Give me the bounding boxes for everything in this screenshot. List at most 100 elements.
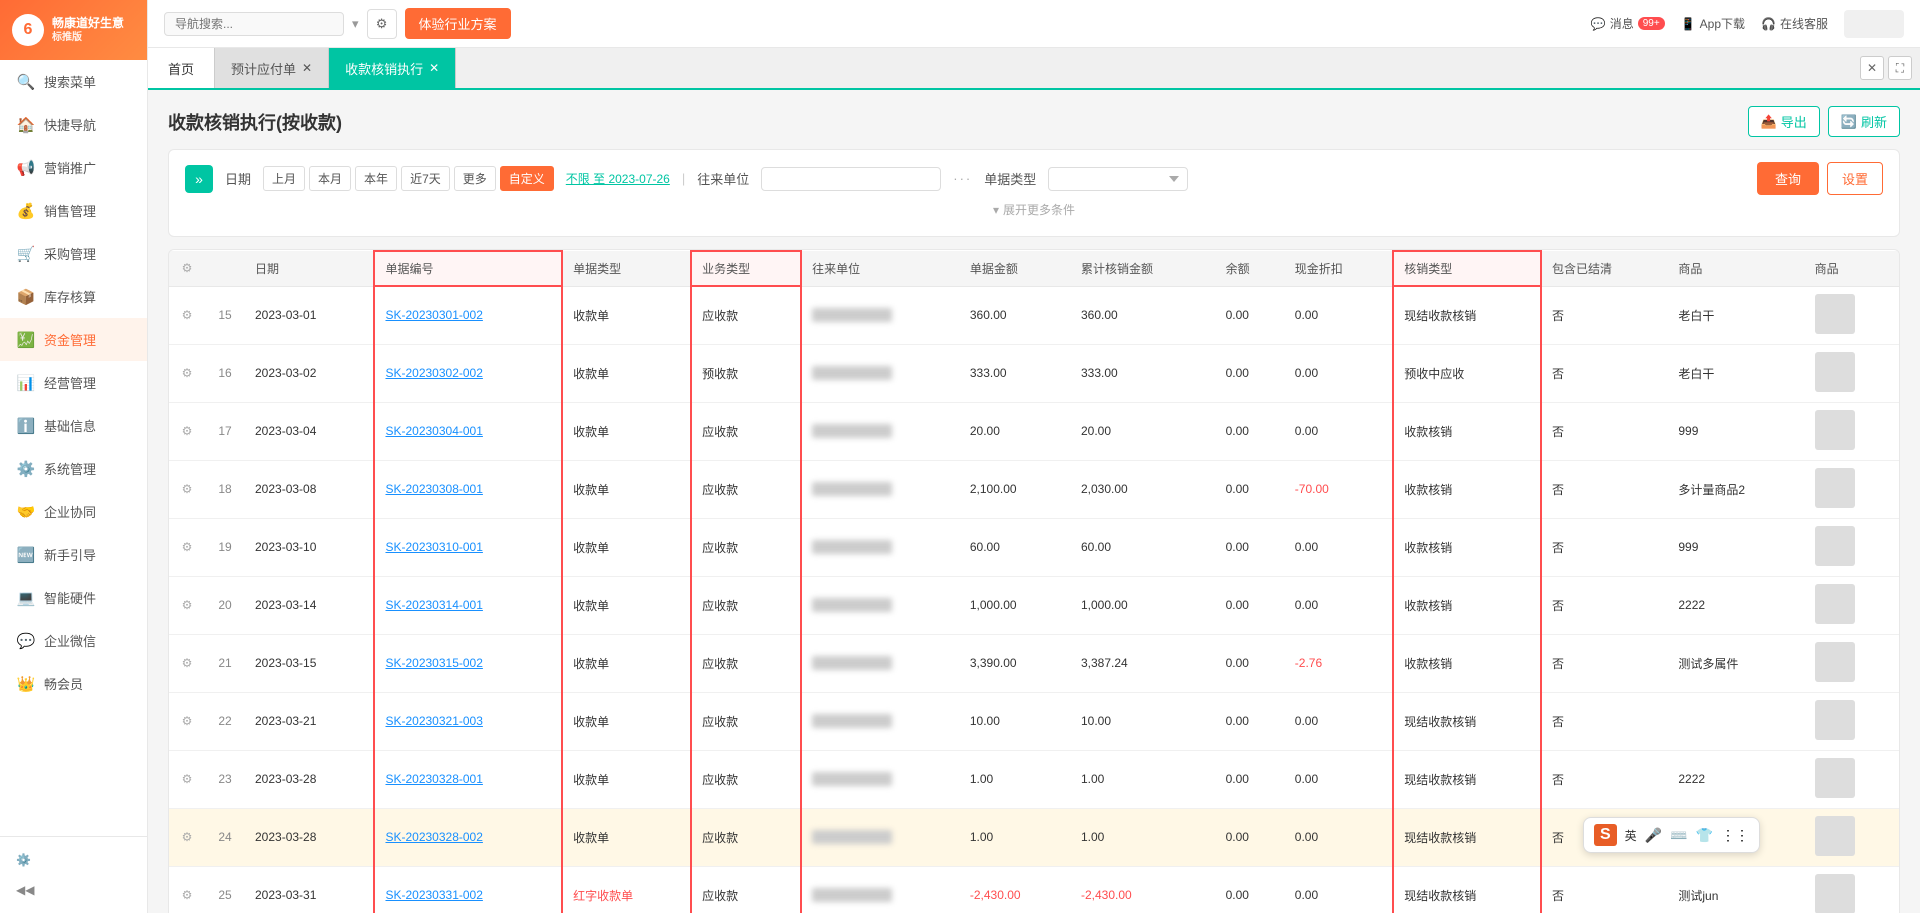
sidebar-item-system[interactable]: ⚙️ 系统管理: [0, 447, 147, 490]
filter-date-7days[interactable]: 近7天: [401, 166, 450, 191]
row-gear[interactable]: ⚙: [169, 692, 205, 750]
row-doc-no[interactable]: SK-20230310-001: [374, 518, 562, 576]
row-doc-no[interactable]: SK-20230301-002: [374, 286, 562, 344]
tab-collection-close[interactable]: ✕: [429, 61, 439, 75]
sidebar-item-purchase[interactable]: 🛒 采购管理: [0, 232, 147, 275]
row-gear[interactable]: ⚙: [169, 866, 205, 913]
row-gear[interactable]: ⚙: [169, 634, 205, 692]
sidebar-item-search[interactable]: 🔍 搜索菜单: [0, 60, 147, 103]
doc-no-link[interactable]: SK-20230314-001: [385, 598, 482, 612]
sidebar-item-sales[interactable]: 💰 销售管理: [0, 189, 147, 232]
filter-date-this-year[interactable]: 本年: [355, 166, 397, 191]
message-button[interactable]: 💬 消息 99+: [1591, 15, 1665, 32]
doc-no-link[interactable]: SK-20230315-002: [385, 656, 482, 670]
doc-no-link[interactable]: SK-20230328-001: [385, 772, 482, 786]
filter-date-custom[interactable]: 自定义: [500, 166, 554, 191]
sales-icon: 💰: [16, 202, 36, 220]
doc-no-link[interactable]: SK-20230304-001: [385, 424, 482, 438]
row-cash-discount: 0.00: [1285, 808, 1393, 866]
app-download-button[interactable]: 📱 App下载: [1681, 15, 1745, 32]
filter-expand-button[interactable]: »: [185, 165, 213, 193]
sidebar-item-basic[interactable]: ℹ️ 基础信息: [0, 404, 147, 447]
refresh-button[interactable]: 🔄 刷新: [1828, 106, 1900, 137]
sidebar-label-vip: 畅会员: [44, 674, 83, 693]
tab-close-all-button[interactable]: ✕: [1860, 56, 1884, 80]
row-doc-no[interactable]: SK-20230315-002: [374, 634, 562, 692]
row-biz-type: 应收款: [691, 518, 801, 576]
column-settings-icon[interactable]: ⚙: [182, 261, 193, 275]
row-partner: [801, 402, 960, 460]
row-index: 19: [205, 518, 245, 576]
doc-no-link[interactable]: SK-20230310-001: [385, 540, 482, 554]
row-doc-no[interactable]: SK-20230331-002: [374, 866, 562, 913]
tab-collection[interactable]: 收款核销执行 ✕: [329, 48, 456, 88]
sogou-mic-icon[interactable]: 🎤: [1645, 827, 1662, 844]
filter-type-select[interactable]: [1048, 167, 1188, 191]
row-cash-discount: 0.00: [1285, 402, 1393, 460]
sogou-apps-icon[interactable]: ⋮⋮: [1721, 827, 1749, 844]
row-gear[interactable]: ⚙: [169, 808, 205, 866]
sogou-shirt-icon[interactable]: 👕: [1696, 827, 1713, 844]
doc-no-link[interactable]: SK-20230331-002: [385, 888, 482, 902]
sidebar-item-operation[interactable]: 📊 经营管理: [0, 361, 147, 404]
th-gear: ⚙: [169, 251, 205, 286]
gear-button[interactable]: ⚙: [367, 9, 397, 39]
sidebar-label-wechat: 企业微信: [44, 631, 96, 650]
sidebar-item-inventory[interactable]: 📦 库存核算: [0, 275, 147, 318]
row-doc-no[interactable]: SK-20230302-002: [374, 344, 562, 402]
sogou-brand: S: [1594, 824, 1617, 846]
row-doc-no[interactable]: SK-20230321-003: [374, 692, 562, 750]
service-button[interactable]: 🎧 在线客服: [1761, 15, 1828, 32]
row-doc-no[interactable]: SK-20230308-001: [374, 460, 562, 518]
row-gear[interactable]: ⚙: [169, 518, 205, 576]
sidebar-item-hardware[interactable]: 💻 智能硬件: [0, 576, 147, 619]
row-gear[interactable]: ⚙: [169, 402, 205, 460]
filter-date-last-month[interactable]: 上月: [263, 166, 305, 191]
tab-home-label: 首页: [168, 59, 194, 78]
sidebar-label-basic: 基础信息: [44, 416, 96, 435]
sogou-keyboard-icon[interactable]: ⌨️: [1670, 827, 1687, 844]
filter-date-range: 不限 至 2023-07-26: [566, 170, 670, 187]
sidebar-item-vip[interactable]: 👑 畅会员: [0, 662, 147, 705]
row-doc-no[interactable]: SK-20230328-001: [374, 750, 562, 808]
tab-fullscreen-button[interactable]: ⛶: [1888, 56, 1912, 80]
table-header: ⚙ 日期 单据编号 单据类型 业务类型 往来单位 单据金额 累计核销金额 余额 …: [169, 251, 1899, 286]
row-gear[interactable]: ⚙: [169, 576, 205, 634]
filter-settings-button[interactable]: 设置: [1827, 162, 1883, 195]
row-gear[interactable]: ⚙: [169, 344, 205, 402]
breadcrumb-input[interactable]: [164, 12, 344, 36]
tab-receivable-close[interactable]: ✕: [302, 61, 312, 75]
sidebar-item-marketing[interactable]: 📢 营销推广: [0, 146, 147, 189]
row-gear[interactable]: ⚙: [169, 750, 205, 808]
sidebar-label-marketing: 营销推广: [44, 158, 96, 177]
row-doc-no[interactable]: SK-20230304-001: [374, 402, 562, 460]
sidebar-collapse-btn[interactable]: ◀◀: [0, 875, 147, 905]
doc-no-link[interactable]: SK-20230328-002: [385, 830, 482, 844]
industry-solution-button[interactable]: 体验行业方案: [405, 8, 511, 39]
sidebar-item-finance[interactable]: 💹 资金管理: [0, 318, 147, 361]
row-gear[interactable]: ⚙: [169, 286, 205, 344]
doc-no-link[interactable]: SK-20230302-002: [385, 366, 482, 380]
filter-date-more[interactable]: 更多: [454, 166, 496, 191]
row-goods2: [1805, 866, 1899, 913]
row-doc-no[interactable]: SK-20230328-002: [374, 808, 562, 866]
sidebar-item-corp[interactable]: 🤝 企业协同: [0, 490, 147, 533]
doc-no-link[interactable]: SK-20230301-002: [385, 308, 482, 322]
tab-home[interactable]: 首页: [148, 48, 215, 88]
query-button[interactable]: 查询: [1757, 162, 1819, 195]
expand-more-button[interactable]: ▾ 展开更多条件: [993, 201, 1075, 218]
export-button[interactable]: 📤 导出: [1748, 106, 1820, 137]
page-header: 收款核销执行(按收款) 📤 导出 🔄 刷新: [168, 106, 1900, 137]
sidebar-item-guide[interactable]: 🆕 新手引导: [0, 533, 147, 576]
doc-no-link[interactable]: SK-20230321-003: [385, 714, 482, 728]
tab-receivable[interactable]: 预计应付单 ✕: [215, 48, 329, 88]
filter-partner-input[interactable]: [761, 167, 941, 191]
sidebar-item-wechat[interactable]: 💬 企业微信: [0, 619, 147, 662]
row-doc-no[interactable]: SK-20230314-001: [374, 576, 562, 634]
filter-date-this-month[interactable]: 本月: [309, 166, 351, 191]
sidebar-settings-btn[interactable]: ⚙️: [0, 845, 147, 875]
sidebar-item-quicknav[interactable]: 🏠 快捷导航: [0, 103, 147, 146]
row-gear[interactable]: ⚙: [169, 460, 205, 518]
row-doc-type: 收款单: [562, 576, 691, 634]
doc-no-link[interactable]: SK-20230308-001: [385, 482, 482, 496]
